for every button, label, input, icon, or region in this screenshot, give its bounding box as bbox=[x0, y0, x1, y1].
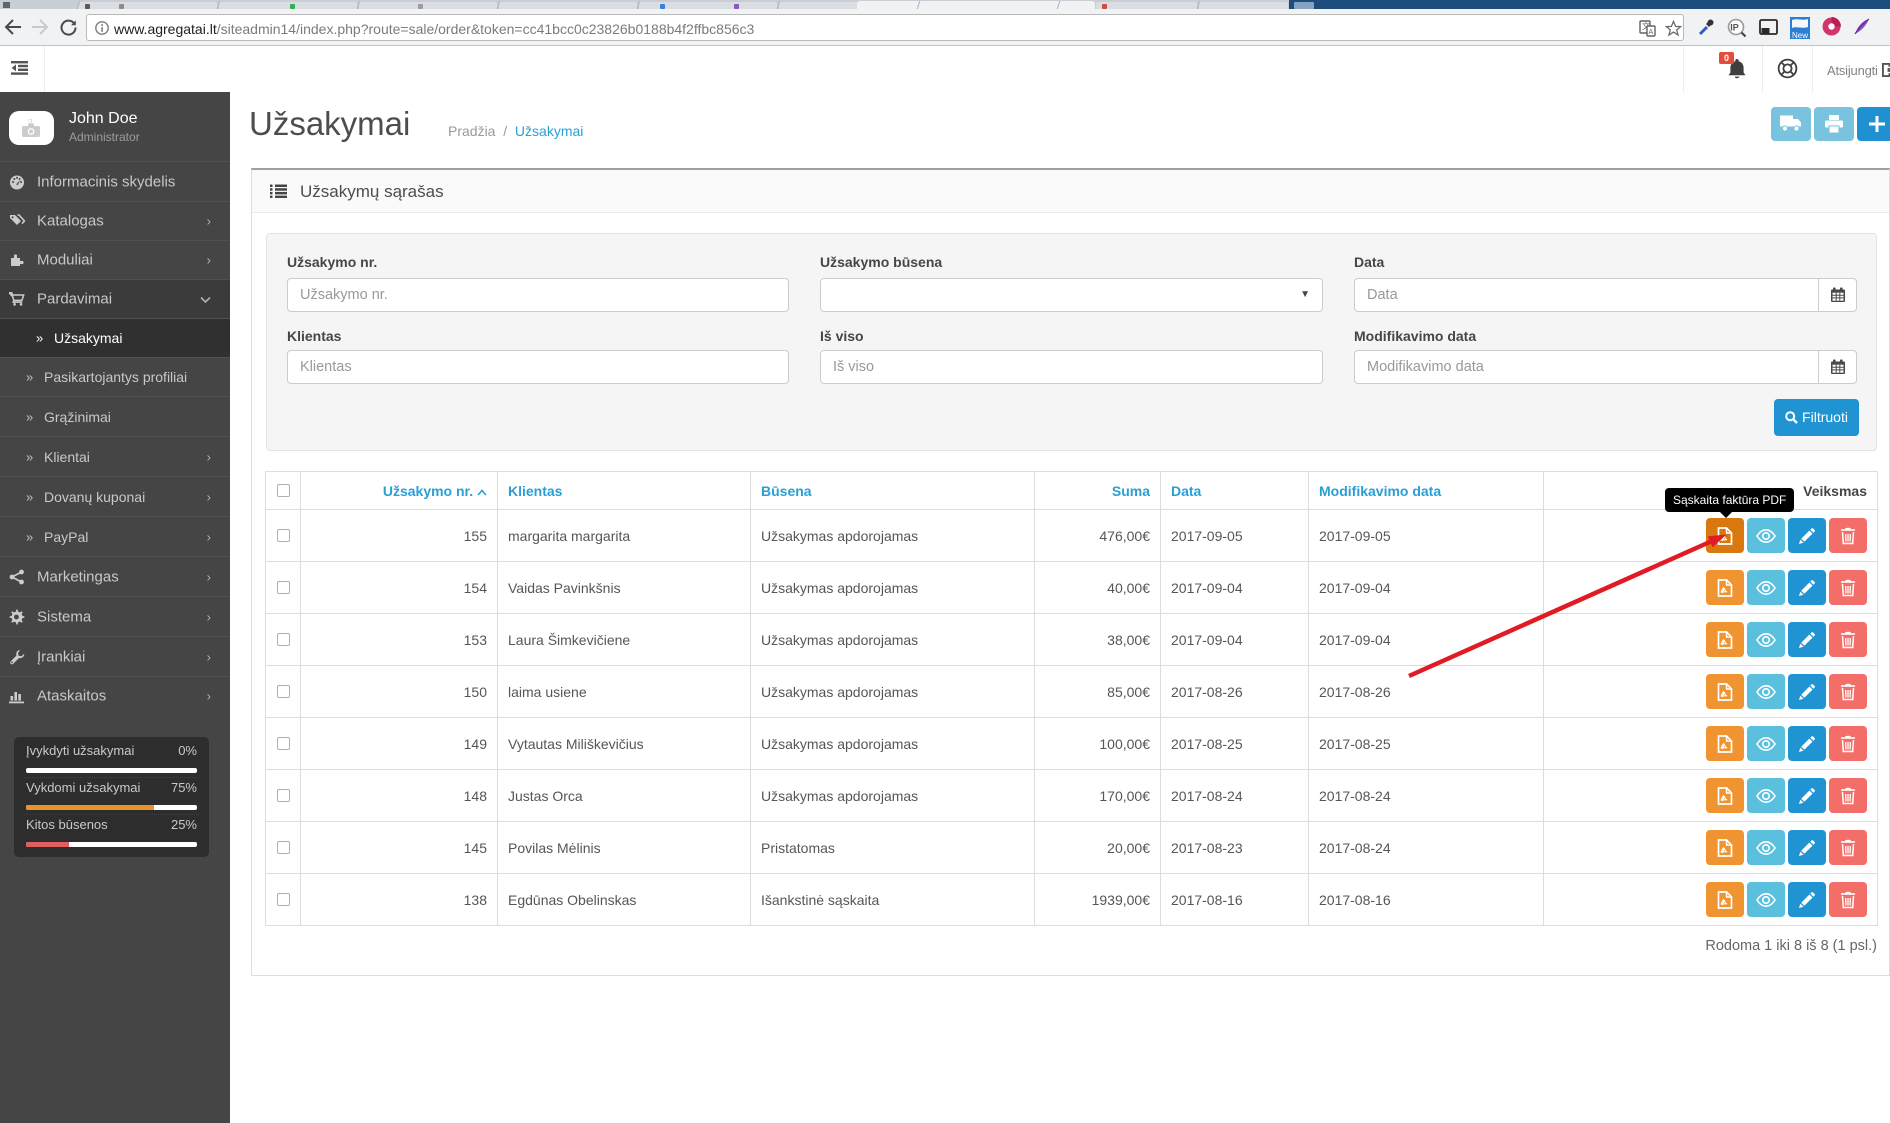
svg-text:A: A bbox=[1649, 29, 1654, 36]
svg-text:New: New bbox=[1792, 31, 1808, 39]
svg-text:IP: IP bbox=[1730, 23, 1739, 33]
